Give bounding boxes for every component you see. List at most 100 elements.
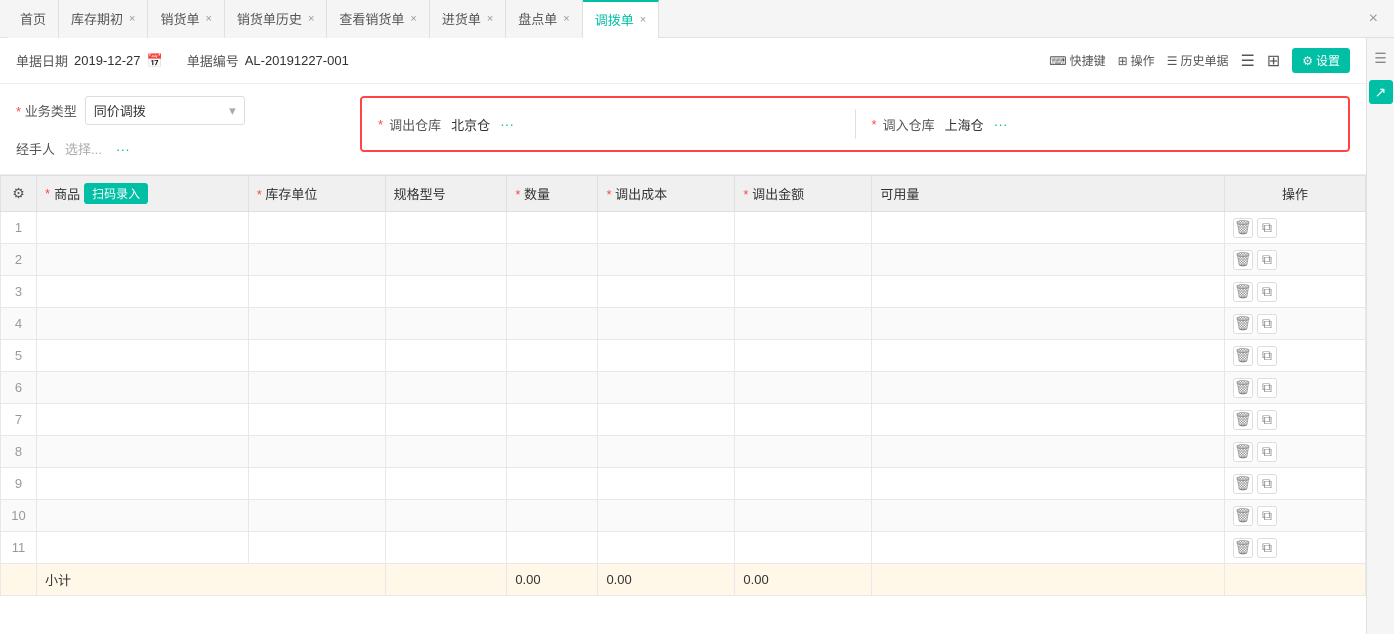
keyboard-icon: ⌨	[1049, 54, 1066, 68]
tab-inventory-init-close[interactable]: ×	[129, 13, 135, 25]
sidebar-list-icon[interactable]: ☰	[1369, 46, 1393, 70]
table-row: 9🗑⧉	[1, 468, 1366, 500]
operations-btn[interactable]: ⊞ 操作	[1118, 52, 1155, 69]
table-header-row: ⚙ * 商品 扫码录入 * 库存单位 规格型号	[1, 176, 1366, 212]
copy-row-btn[interactable]: ⧉	[1257, 346, 1277, 366]
header-actions: ⌨ 快捷键 ⊞ 操作 ☰ 历史单据 ☰ ⊞ ⚙ 设置	[1049, 48, 1350, 73]
copy-row-btn[interactable]: ⧉	[1257, 218, 1277, 238]
subtotal-cost: 0.00	[598, 564, 735, 596]
tab-home[interactable]: 首页	[8, 0, 59, 38]
right-sidebar: ☰ ↗	[1366, 38, 1394, 634]
content-area: 单据日期 2019-12-27 📅 单据编号 AL-20191227-001 ⌨…	[0, 38, 1366, 634]
gear-icon: ⚙	[1302, 54, 1313, 68]
delete-row-btn[interactable]: 🗑	[1233, 538, 1253, 558]
table-container: ⚙ * 商品 扫码录入 * 库存单位 规格型号	[0, 175, 1366, 634]
calendar-icon[interactable]: 📅	[147, 53, 163, 69]
table-gear-icon[interactable]: ⚙	[12, 185, 25, 201]
delete-row-btn[interactable]: 🗑	[1233, 378, 1253, 398]
delete-row-btn[interactable]: 🗑	[1233, 250, 1253, 270]
tab-view-sales-close[interactable]: ×	[410, 13, 416, 25]
handler-field: 经手人 选择... ···	[16, 135, 336, 162]
handler-select[interactable]: 选择...	[63, 135, 104, 162]
in-warehouse-value[interactable]: 上海仓	[945, 115, 984, 134]
history-icon: ☰	[1167, 54, 1178, 68]
form-left: * 业务类型 同价调拨 ▾ 经手人 选择... ···	[16, 96, 336, 162]
th-amount: * 调出金额	[735, 176, 872, 212]
subtotal-qty: 0.00	[507, 564, 598, 596]
copy-row-btn[interactable]: ⧉	[1257, 378, 1277, 398]
copy-row-btn[interactable]: ⧉	[1257, 474, 1277, 494]
grid-icon: ⊞	[1118, 54, 1128, 68]
out-warehouse-value[interactable]: 北京仓	[451, 115, 490, 134]
table-row: 3🗑⧉	[1, 276, 1366, 308]
th-settings: ⚙	[1, 176, 37, 212]
table-row: 10🗑⧉	[1, 500, 1366, 532]
business-type-select[interactable]: 同价调拨 ▾	[85, 96, 245, 125]
tab-transfer-order[interactable]: 调拨单 ×	[583, 0, 659, 38]
th-spec: 规格型号	[385, 176, 507, 212]
th-available: 可用量	[872, 176, 1225, 212]
tab-inventory-check-close[interactable]: ×	[563, 13, 569, 25]
tab-sales-history[interactable]: 销货单历史 ×	[225, 0, 327, 38]
out-warehouse-more-btn[interactable]: ···	[500, 116, 514, 132]
in-warehouse-more-btn[interactable]: ···	[994, 116, 1008, 132]
copy-row-btn[interactable]: ⧉	[1257, 282, 1277, 302]
history-btn[interactable]: ☰ 历史单据	[1167, 52, 1229, 69]
tab-purchase-order-close[interactable]: ×	[487, 13, 493, 25]
delete-row-btn[interactable]: 🗑	[1233, 506, 1253, 526]
delete-row-btn[interactable]: 🗑	[1233, 410, 1253, 430]
table-row: 4🗑⧉	[1, 308, 1366, 340]
table-row: 5🗑⧉	[1, 340, 1366, 372]
number-field: 单据编号 AL-20191227-001	[187, 51, 349, 70]
subtotal-label: 小计	[45, 573, 71, 588]
table-row: 2🗑⧉	[1, 244, 1366, 276]
copy-row-btn[interactable]: ⧉	[1257, 442, 1277, 462]
tab-sales-order-close[interactable]: ×	[205, 13, 211, 25]
tab-sales-history-close[interactable]: ×	[308, 13, 314, 25]
handler-more-btn[interactable]: ···	[116, 141, 130, 157]
layout-list-icon[interactable]: ☰	[1240, 51, 1254, 71]
delete-row-btn[interactable]: 🗑	[1233, 314, 1253, 334]
delete-row-btn[interactable]: 🗑	[1233, 474, 1253, 494]
delete-row-btn[interactable]: 🗑	[1233, 346, 1253, 366]
warehouse-separator	[855, 109, 856, 139]
copy-row-btn[interactable]: ⧉	[1257, 250, 1277, 270]
subtotal-amount: 0.00	[735, 564, 872, 596]
scan-button[interactable]: 扫码录入	[84, 183, 148, 204]
out-warehouse-item: * 调出仓库 北京仓 ···	[378, 115, 839, 134]
subtotal-row: 小计 0.00 0.00 0.00	[1, 564, 1366, 596]
warehouse-box: * 调出仓库 北京仓 ··· * 调入仓库 上海仓 ···	[360, 96, 1350, 152]
table-row: 1🗑⧉	[1, 212, 1366, 244]
th-product: * 商品 扫码录入	[37, 176, 249, 212]
sidebar-export-icon[interactable]: ↗	[1369, 80, 1393, 104]
table-row: 6🗑⧉	[1, 372, 1366, 404]
form-section: * 业务类型 同价调拨 ▾ 经手人 选择... ··· * 调出仓库	[0, 84, 1366, 175]
items-table: ⚙ * 商品 扫码录入 * 库存单位 规格型号	[0, 175, 1366, 596]
tab-inventory-check[interactable]: 盘点单 ×	[506, 0, 582, 38]
tab-inventory-init[interactable]: 库存期初 ×	[59, 0, 148, 38]
copy-row-btn[interactable]: ⧉	[1257, 538, 1277, 558]
th-cost: * 调出成本	[598, 176, 735, 212]
date-value[interactable]: 2019-12-27	[74, 53, 141, 68]
th-unit: * 库存单位	[248, 176, 385, 212]
tab-transfer-order-close[interactable]: ×	[640, 14, 646, 26]
dropdown-arrow-icon: ▾	[229, 103, 236, 119]
delete-row-btn[interactable]: 🗑	[1233, 282, 1253, 302]
copy-row-btn[interactable]: ⧉	[1257, 506, 1277, 526]
copy-row-btn[interactable]: ⧉	[1257, 314, 1277, 334]
tab-sales-order[interactable]: 销货单 ×	[148, 0, 224, 38]
delete-row-btn[interactable]: 🗑	[1233, 442, 1253, 462]
delete-row-btn[interactable]: 🗑	[1233, 218, 1253, 238]
shortcuts-btn[interactable]: ⌨ 快捷键	[1049, 52, 1105, 69]
tab-purchase-order[interactable]: 进货单 ×	[430, 0, 506, 38]
date-field: 单据日期 2019-12-27 📅	[16, 51, 163, 70]
settings-button[interactable]: ⚙ 设置	[1292, 48, 1350, 73]
th-actions: 操作	[1224, 176, 1365, 212]
window-close-button[interactable]: ×	[1361, 10, 1386, 28]
layout-grid-icon[interactable]: ⊞	[1267, 51, 1280, 71]
table-row: 11🗑⧉	[1, 532, 1366, 564]
tab-bar: 首页 库存期初 × 销货单 × 销货单历史 × 查看销货单 × 进货单 × 盘点…	[0, 0, 1394, 38]
table-row: 7🗑⧉	[1, 404, 1366, 436]
tab-view-sales[interactable]: 查看销货单 ×	[327, 0, 429, 38]
copy-row-btn[interactable]: ⧉	[1257, 410, 1277, 430]
